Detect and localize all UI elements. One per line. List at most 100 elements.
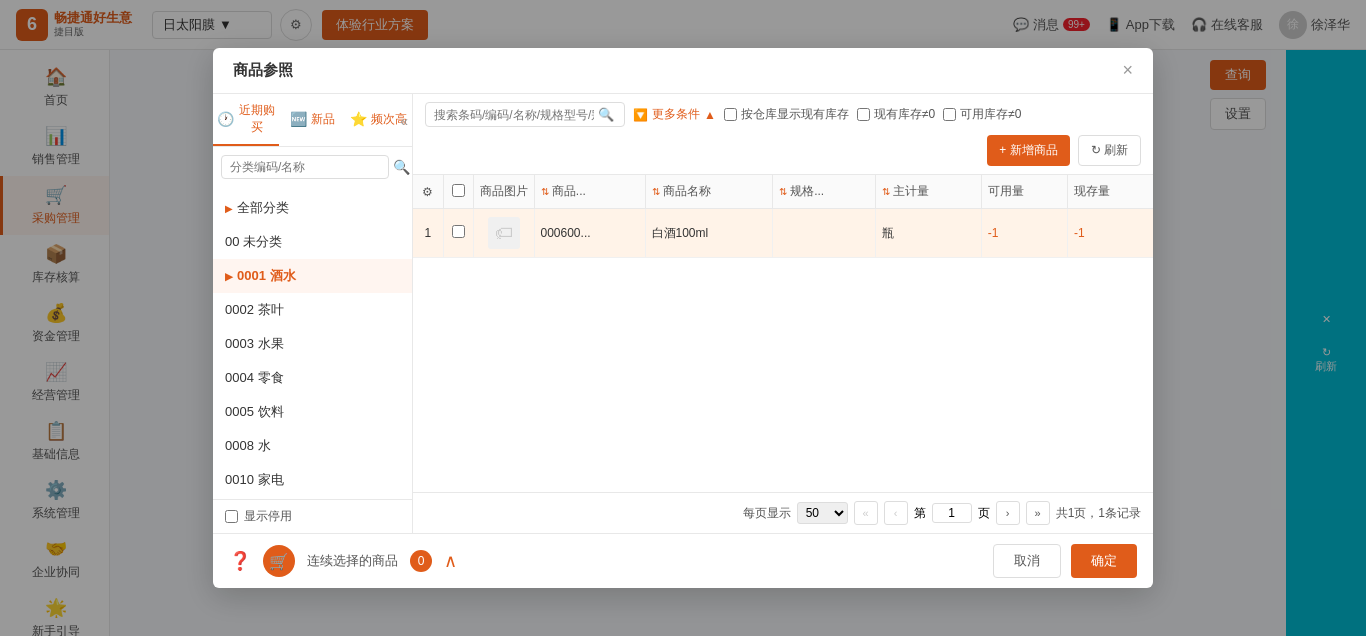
- cat-item-label: 0004 零食: [225, 369, 284, 387]
- product-modal: 商品参照 × 🕐 近期购买 🆕 新品: [213, 48, 1153, 588]
- arrow-icon: ▶: [225, 203, 233, 214]
- cat-item-appliance[interactable]: 0010 家电: [213, 463, 412, 497]
- tab-recent-label: 近期购买: [238, 102, 275, 136]
- refresh-button[interactable]: ↻ 刷新: [1078, 135, 1141, 166]
- available-checkbox[interactable]: [857, 108, 870, 121]
- th-checkbox: [443, 175, 473, 209]
- cat-item-snack[interactable]: 0004 零食: [213, 361, 412, 395]
- cat-item-label: 全部分类: [237, 199, 289, 217]
- show-disabled-checkbox[interactable]: 显示停用: [225, 508, 400, 525]
- warehouse-label: 按仓库显示现有库存: [741, 106, 849, 123]
- search-icon[interactable]: 🔍: [598, 107, 614, 122]
- cat-item-label: 00 未分类: [225, 233, 282, 251]
- sort-icon[interactable]: ⇅: [541, 186, 549, 197]
- usable-checkbox[interactable]: [943, 108, 956, 121]
- cat-item-beverage[interactable]: 0005 饮料: [213, 395, 412, 429]
- modal-footer: ❓ 🛒 连续选择的商品 0 ∧ 取消 确定: [213, 533, 1153, 588]
- new-icon: 🆕: [290, 111, 307, 127]
- modal-overlay: 商品参照 × 🕐 近期购买 🆕 新品: [0, 0, 1366, 636]
- total-info: 共1页，1条记录: [1056, 505, 1141, 522]
- cat-item-water[interactable]: 0008 水: [213, 429, 412, 463]
- continuous-label: 连续选择的商品: [307, 552, 398, 570]
- td-code: 000600...: [534, 209, 645, 258]
- tab-recent[interactable]: 🕐 近期购买: [213, 94, 279, 146]
- help-icon[interactable]: ❓: [229, 550, 251, 572]
- product-search-input[interactable]: [434, 108, 594, 122]
- modal-header: 商品参照 ×: [213, 48, 1153, 94]
- modal-close-button[interactable]: ×: [1122, 60, 1133, 81]
- cat-item-label: 0001 酒水: [237, 267, 296, 285]
- td-stock: -1: [1068, 209, 1153, 258]
- cat-item-liquor[interactable]: ▶ 0001 酒水: [213, 259, 412, 293]
- table-row[interactable]: 1 🏷 000600... 白酒100ml 瓶: [413, 209, 1153, 258]
- search-wrap: 🔍: [425, 102, 625, 127]
- per-page-label: 每页显示: [743, 505, 791, 522]
- page-label: 第: [914, 505, 926, 522]
- th-available: 可用量: [981, 175, 1067, 209]
- filter-button[interactable]: 🔽 更多条件 ▲: [633, 106, 716, 123]
- th-spec: ⇅ 规格...: [772, 175, 875, 209]
- product-table: ⚙ 商品图片 ⇅ 商品...: [413, 175, 1153, 258]
- category-search-icon[interactable]: 🔍: [393, 159, 410, 175]
- category-tabs: 🕐 近期购买 🆕 新品 ⭐ 频次高: [213, 94, 412, 147]
- filter-icon: 🔽: [633, 108, 648, 122]
- sort-icon[interactable]: ⇅: [779, 186, 787, 197]
- select-all-checkbox[interactable]: [452, 184, 465, 197]
- category-list: ▶ 全部分类 00 未分类 ▶ 0001 酒水 0002 茶叶 0003 水果: [213, 187, 412, 499]
- warehouse-checkbox-label[interactable]: 按仓库显示现有库存: [724, 106, 849, 123]
- usable-label: 可用库存≠0: [960, 106, 1021, 123]
- th-name: ⇅ 商品名称: [645, 175, 772, 209]
- pagination: 每页显示 50 10 20 100 « ‹ 第 页 › » 共1页，1条记录: [413, 492, 1153, 533]
- next-page-button[interactable]: ›: [996, 501, 1020, 525]
- product-image: 🏷: [488, 217, 520, 249]
- cat-item-uncategorized[interactable]: 00 未分类: [213, 225, 412, 259]
- sort-icon[interactable]: ⇅: [882, 186, 890, 197]
- tab-new[interactable]: 🆕 新品: [279, 94, 345, 146]
- available-label: 现有库存≠0: [874, 106, 935, 123]
- tab-new-label: 新品: [311, 111, 335, 128]
- per-page-select[interactable]: 50 10 20 100: [797, 502, 848, 524]
- last-page-button[interactable]: »: [1026, 501, 1050, 525]
- footer-actions: 取消 确定: [993, 544, 1137, 578]
- sort-icon[interactable]: ⇅: [652, 186, 660, 197]
- cat-item-all[interactable]: ▶ 全部分类: [213, 191, 412, 225]
- first-page-button[interactable]: «: [854, 501, 878, 525]
- th-stock: 现存量: [1068, 175, 1153, 209]
- cat-item-label: 0003 水果: [225, 335, 284, 353]
- modal-body: 🕐 近期购买 🆕 新品 ⭐ 频次高 «: [213, 94, 1153, 533]
- frequent-icon: ⭐: [350, 111, 367, 127]
- category-search-input[interactable]: [221, 155, 389, 179]
- row-checkbox[interactable]: [452, 225, 465, 238]
- product-table-wrap: ⚙ 商品图片 ⇅ 商品...: [413, 175, 1153, 492]
- th-code: ⇅ 商品...: [534, 175, 645, 209]
- collapse-cat-btn[interactable]: «: [400, 113, 408, 129]
- footer-collapse-button[interactable]: ∧: [444, 550, 457, 572]
- warehouse-checkbox[interactable]: [724, 108, 737, 121]
- available-checkbox-label[interactable]: 现有库存≠0: [857, 106, 935, 123]
- add-product-button[interactable]: + 新增商品: [987, 135, 1069, 166]
- cancel-button[interactable]: 取消: [993, 544, 1061, 578]
- cat-item-label: 0002 茶叶: [225, 301, 284, 319]
- cart-button[interactable]: 🛒: [263, 545, 295, 577]
- toolbar-right: + 新增商品 ↻ 刷新: [987, 135, 1141, 166]
- confirm-button[interactable]: 确定: [1071, 544, 1137, 578]
- th-settings: ⚙: [413, 175, 443, 209]
- recent-icon: 🕐: [217, 111, 234, 127]
- prev-page-button[interactable]: ‹: [884, 501, 908, 525]
- page-input[interactable]: [932, 503, 972, 523]
- cat-item-fruit[interactable]: 0003 水果: [213, 327, 412, 361]
- modal-title: 商品参照: [233, 61, 293, 80]
- arrow-icon: ▶: [225, 271, 233, 282]
- page-suffix: 页: [978, 505, 990, 522]
- content-panel: 🔍 🔽 更多条件 ▲ 按仓库显示现有库存 现有库存≠0: [413, 94, 1153, 533]
- cat-item-label: 0010 家电: [225, 471, 284, 489]
- filter-collapse-icon: ▲: [704, 108, 716, 122]
- td-available: -1: [981, 209, 1067, 258]
- category-panel: 🕐 近期购买 🆕 新品 ⭐ 频次高 «: [213, 94, 413, 533]
- usable-checkbox-label[interactable]: 可用库存≠0: [943, 106, 1021, 123]
- cat-item-tea[interactable]: 0002 茶叶: [213, 293, 412, 327]
- show-disabled-input[interactable]: [225, 510, 238, 523]
- td-num: 1: [413, 209, 443, 258]
- filter-label: 更多条件: [652, 106, 700, 123]
- count-badge: 0: [410, 550, 432, 572]
